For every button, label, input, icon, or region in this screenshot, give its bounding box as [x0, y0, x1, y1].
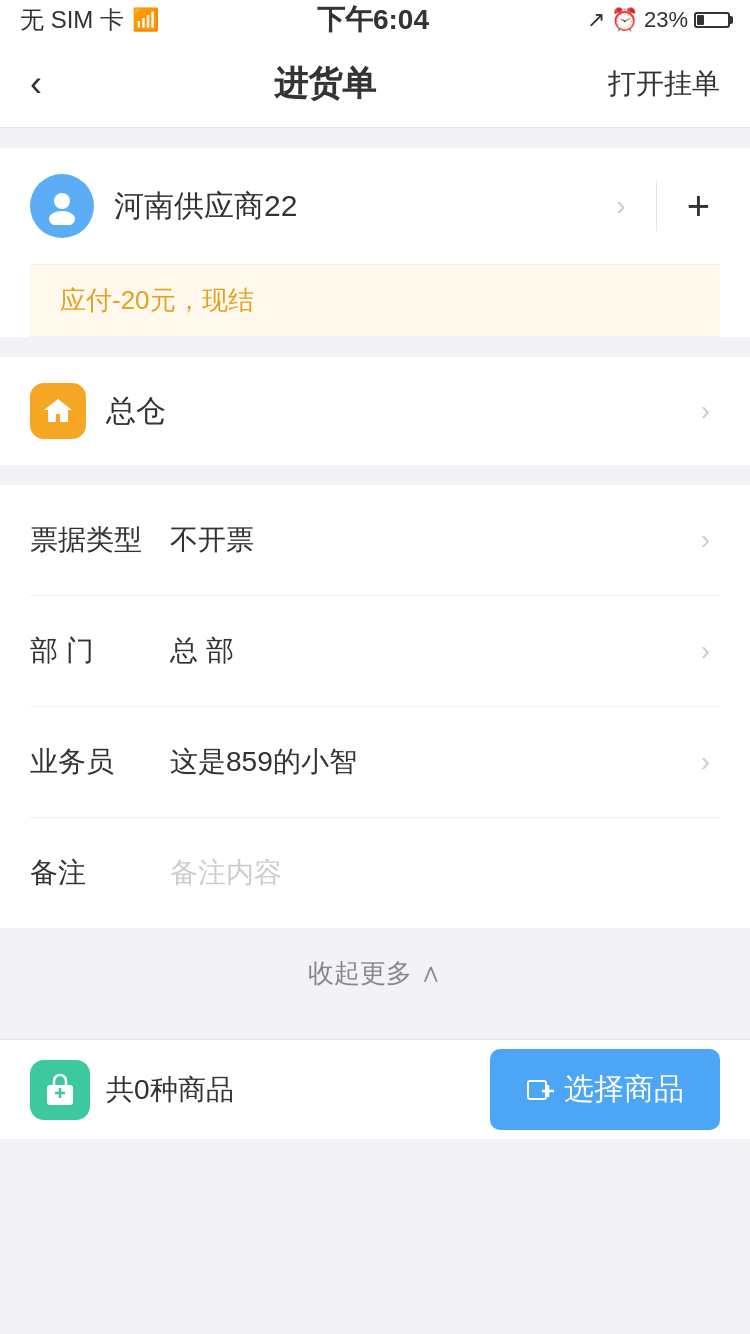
page-title: 进货单 — [274, 61, 376, 107]
warehouse-name: 总仓 — [106, 391, 701, 432]
form-card: 票据类型 不开票 › 部 门 总 部 › 业务员 这是859的小智 › 备注 备… — [0, 485, 750, 928]
status-bar: 无 SIM 卡 📶 下午6:04 ↗ ⏰ 23% — [0, 0, 750, 40]
salesperson-row[interactable]: 业务员 这是859的小智 › — [30, 707, 720, 818]
supplier-avatar — [30, 174, 94, 238]
supplier-row[interactable]: 河南供应商22 › + — [30, 148, 720, 265]
invoice-type-row[interactable]: 票据类型 不开票 › — [30, 485, 720, 596]
user-icon — [43, 187, 81, 225]
svg-point-1 — [49, 211, 75, 225]
status-time: 下午6:04 — [317, 1, 429, 39]
warehouse-row[interactable]: 总仓 › — [30, 357, 720, 465]
back-button[interactable]: ‹ — [30, 63, 42, 105]
wifi-icon: 📶 — [132, 7, 159, 33]
section-gap-2 — [0, 337, 750, 357]
divider — [656, 181, 657, 231]
shopping-bag-icon — [41, 1071, 79, 1109]
department-value: 总 部 — [170, 632, 701, 670]
add-supplier-button[interactable]: + — [677, 184, 720, 229]
remark-label: 备注 — [30, 854, 170, 892]
supplier-chevron-icon: › — [616, 190, 625, 222]
location-icon: ↗ — [587, 7, 605, 33]
select-products-icon — [526, 1076, 554, 1104]
product-count-label: 共0种商品 — [106, 1071, 490, 1109]
warehouse-chevron-icon: › — [701, 395, 710, 427]
section-gap-4 — [0, 1019, 750, 1039]
department-label: 部 门 — [30, 632, 170, 670]
section-gap-3 — [0, 465, 750, 485]
warehouse-icon — [30, 383, 86, 439]
salesperson-chevron-icon: › — [701, 746, 710, 778]
nav-bar: ‹ 进货单 打开挂单 — [0, 40, 750, 128]
status-right: ↗ ⏰ 23% — [587, 7, 730, 33]
invoice-type-chevron-icon: › — [701, 524, 710, 556]
supplier-alert-text: 应付-20元，现结 — [60, 285, 254, 315]
supplier-card: 河南供应商22 › + 应付-20元，现结 — [0, 148, 750, 337]
bottom-bar: 共0种商品 选择商品 — [0, 1039, 750, 1139]
collapse-label: 收起更多 ∧ — [308, 958, 441, 988]
invoice-type-label: 票据类型 — [30, 521, 170, 559]
department-row[interactable]: 部 门 总 部 › — [30, 596, 720, 707]
battery-percent: 23% — [644, 7, 688, 33]
remark-value: 备注内容 — [170, 854, 720, 892]
select-products-button[interactable]: 选择商品 — [490, 1049, 720, 1130]
section-gap-1 — [0, 128, 750, 148]
supplier-alert-banner: 应付-20元，现结 — [30, 265, 720, 337]
invoice-type-value: 不开票 — [170, 521, 701, 559]
battery-icon — [694, 12, 730, 28]
supplier-name: 河南供应商22 — [114, 186, 616, 227]
salesperson-label: 业务员 — [30, 743, 170, 781]
house-icon — [41, 394, 75, 428]
department-chevron-icon: › — [701, 635, 710, 667]
remark-row[interactable]: 备注 备注内容 — [30, 818, 720, 928]
product-icon — [30, 1060, 90, 1120]
svg-point-0 — [54, 193, 70, 209]
open-pending-button[interactable]: 打开挂单 — [608, 65, 720, 103]
alarm-icon: ⏰ — [611, 7, 638, 33]
status-left: 无 SIM 卡 📶 — [20, 4, 159, 36]
select-products-label: 选择商品 — [564, 1069, 684, 1110]
carrier-label: 无 SIM 卡 — [20, 4, 124, 36]
collapse-button[interactable]: 收起更多 ∧ — [0, 928, 750, 1019]
warehouse-card: 总仓 › — [0, 357, 750, 465]
salesperson-value: 这是859的小智 — [170, 743, 701, 781]
